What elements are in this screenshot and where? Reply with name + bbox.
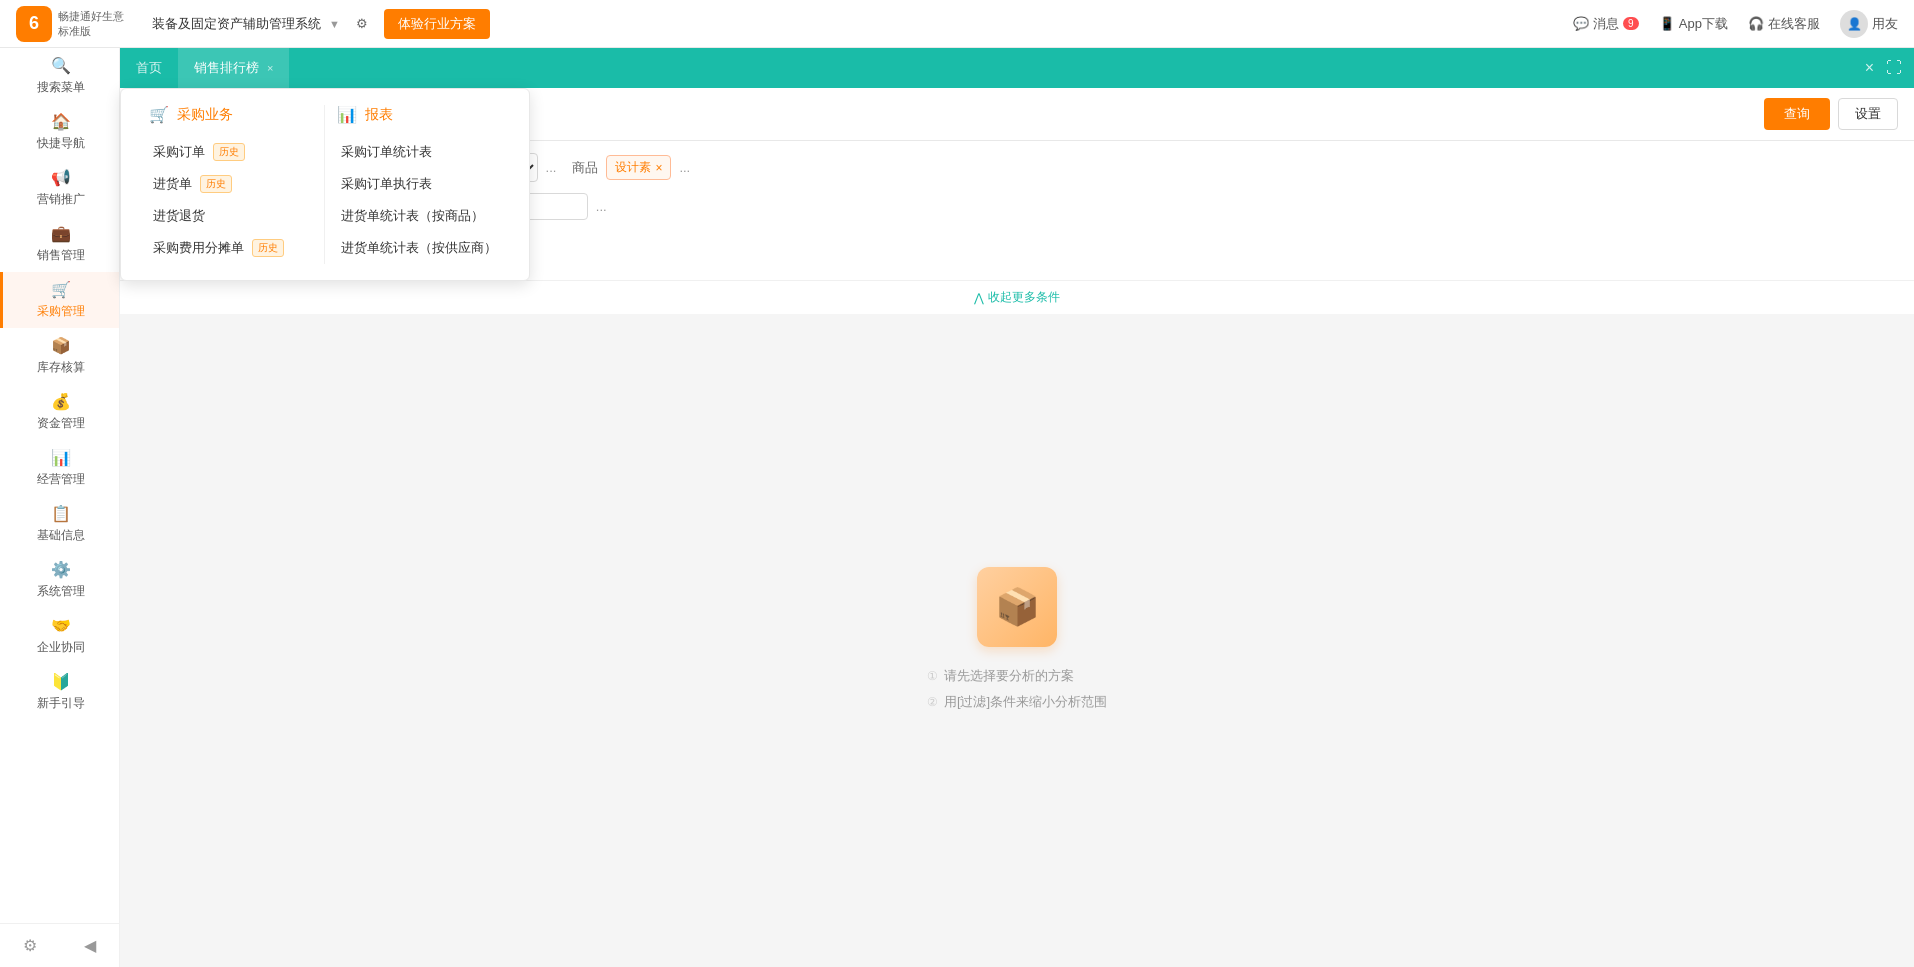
window-close-icon[interactable]: × bbox=[1861, 55, 1878, 81]
system-gear-icon[interactable]: ⚙ bbox=[348, 10, 376, 38]
top-header: 6 畅捷通好生意 标准版 装备及固定资产辅助管理系统 ▼ ⚙ 体验行业方案 💬 … bbox=[0, 0, 1914, 48]
logo-text: 畅捷通好生意 标准版 bbox=[58, 9, 124, 38]
document-status-dots[interactable]: ... bbox=[546, 160, 557, 175]
collapse-bar[interactable]: ⋀ 收起更多条件 bbox=[120, 280, 1914, 314]
purchase-expense-item[interactable]: 采购费用分摊单 历史 bbox=[149, 232, 312, 264]
purchase-order-history-badge: 历史 bbox=[213, 143, 245, 161]
system-name-area: 装备及固定资产辅助管理系统 ▼ ⚙ bbox=[152, 10, 376, 38]
toolbar-right: 查询 设置 bbox=[1764, 98, 1898, 130]
setting-button[interactable]: 设置 bbox=[1838, 98, 1898, 130]
purchase-order-stats-item[interactable]: 采购订单统计表 bbox=[337, 136, 501, 168]
window-maximize-icon[interactable]: ⛶ bbox=[1882, 55, 1906, 81]
tab-sales-ranking[interactable]: 销售排行榜 × bbox=[178, 48, 289, 88]
empty-state: 📦 ① 请先选择要分析的方案 ② 用[过滤]条件来缩小分析范围 bbox=[120, 314, 1914, 967]
purchase-dropdown-menu: 🛒 采购业务 采购订单 历史 进货单 历史 进货退货 采购费用分摊单 历史 📊 bbox=[120, 88, 530, 281]
logo-icon: 6 bbox=[16, 6, 52, 42]
sidebar: 🔍 搜索菜单 🏠 快捷导航 📢 营销推广 💼 销售管理 🛒 采购管理 📦 库存核… bbox=[0, 48, 120, 967]
sidebar-collapse-icon[interactable]: ◀ bbox=[84, 936, 96, 955]
logo-area: 6 畅捷通好生意 标准版 bbox=[16, 6, 136, 42]
guide-icon: 🔰 bbox=[51, 672, 71, 691]
report-col: 📊 报表 采购订单统计表 采购订单执行表 进货单统计表（按商品） 进货单统计表（… bbox=[325, 105, 513, 264]
online-service-button[interactable]: 🎧 在线客服 bbox=[1748, 15, 1820, 33]
empty-illustration: 📦 bbox=[977, 567, 1057, 647]
message-badge: 9 bbox=[1623, 17, 1639, 30]
sidebar-item-system[interactable]: ⚙️ 系统管理 bbox=[0, 552, 119, 608]
goods-label: 商品 bbox=[572, 159, 598, 177]
purchase-business-col: 🛒 采购业务 采购订单 历史 进货单 历史 进货退货 采购费用分摊单 历史 bbox=[137, 105, 325, 264]
basic-icon: 📋 bbox=[51, 504, 71, 523]
inventory-icon: 📦 bbox=[51, 336, 71, 355]
purchase-icon: 🛒 bbox=[51, 280, 71, 299]
sidebar-item-marketing[interactable]: 📢 营销推广 bbox=[0, 160, 119, 216]
sidebar-item-enterprise[interactable]: 🤝 企业协同 bbox=[0, 608, 119, 664]
purchase-inbound-item[interactable]: 进货单 历史 bbox=[149, 168, 312, 200]
search-icon: 🔍 bbox=[51, 56, 71, 75]
purchase-section-icon: 🛒 bbox=[149, 105, 169, 124]
purchase-dropdown-overlay: 🛒 采购业务 采购订单 历史 进货单 历史 进货退货 采购费用分摊单 历史 📊 bbox=[120, 88, 530, 281]
salesperson-dots[interactable]: ... bbox=[596, 199, 607, 214]
goods-filter: 商品 设计素 × ... bbox=[572, 155, 690, 180]
empty-tips: ① 请先选择要分析的方案 ② 用[过滤]条件来缩小分析范围 bbox=[927, 663, 1107, 715]
inbound-stats-by-supplier-item[interactable]: 进货单统计表（按供应商） bbox=[337, 232, 501, 264]
report-section-icon: 📊 bbox=[337, 105, 357, 124]
message-icon: 💬 bbox=[1573, 16, 1589, 31]
header-right: 💬 消息 9 📱 App下载 🎧 在线客服 👤 用友 bbox=[1573, 10, 1898, 38]
inbound-history-badge: 历史 bbox=[200, 175, 232, 193]
sidebar-item-basic[interactable]: 📋 基础信息 bbox=[0, 496, 119, 552]
purchase-business-title: 🛒 采购业务 bbox=[149, 105, 312, 124]
tab-home[interactable]: 首页 bbox=[120, 48, 178, 88]
tab-bar: 首页 销售排行榜 × × ⛶ bbox=[120, 48, 1914, 88]
system-icon: ⚙️ bbox=[51, 560, 71, 579]
sidebar-item-search[interactable]: 🔍 搜索菜单 bbox=[0, 48, 119, 104]
sales-icon: 💼 bbox=[51, 224, 71, 243]
inbound-stats-by-goods-item[interactable]: 进货单统计表（按商品） bbox=[337, 200, 501, 232]
purchase-order-exec-item[interactable]: 采购订单执行表 bbox=[337, 168, 501, 200]
sidebar-settings-icon[interactable]: ⚙ bbox=[23, 936, 37, 955]
report-title: 📊 报表 bbox=[337, 105, 501, 124]
operations-icon: 📊 bbox=[51, 448, 71, 467]
phone-icon: 📱 bbox=[1659, 16, 1675, 31]
tab-close-icon[interactable]: × bbox=[267, 62, 273, 74]
query-button[interactable]: 查询 bbox=[1764, 98, 1830, 130]
home-icon: 🏠 bbox=[51, 112, 71, 131]
headset-icon: 🎧 bbox=[1748, 16, 1764, 31]
enterprise-icon: 🤝 bbox=[51, 616, 71, 635]
sidebar-item-finance[interactable]: 💰 资金管理 bbox=[0, 384, 119, 440]
sidebar-item-guide[interactable]: 🔰 新手引导 bbox=[0, 664, 119, 720]
marketing-icon: 📢 bbox=[51, 168, 71, 187]
industry-solution-button[interactable]: 体验行业方案 bbox=[384, 9, 490, 39]
message-button[interactable]: 💬 消息 9 bbox=[1573, 15, 1639, 33]
goods-dots[interactable]: ... bbox=[679, 160, 690, 175]
sidebar-item-purchase[interactable]: 🛒 采购管理 bbox=[0, 272, 119, 328]
sidebar-item-quick-nav[interactable]: 🏠 快捷导航 bbox=[0, 104, 119, 160]
system-dropdown-arrow[interactable]: ▼ bbox=[329, 18, 340, 30]
app-download-button[interactable]: 📱 App下载 bbox=[1659, 15, 1728, 33]
avatar: 👤 bbox=[1840, 10, 1868, 38]
purchase-order-item[interactable]: 采购订单 历史 bbox=[149, 136, 312, 168]
sidebar-item-operations[interactable]: 📊 经营管理 bbox=[0, 440, 119, 496]
tab-bar-right: × ⛶ bbox=[1861, 55, 1914, 81]
goods-tag: 设计素 × bbox=[606, 155, 671, 180]
sidebar-item-sales[interactable]: 💼 销售管理 bbox=[0, 216, 119, 272]
goods-tag-remove[interactable]: × bbox=[655, 161, 662, 175]
user-avatar-button[interactable]: 👤 用友 bbox=[1840, 10, 1898, 38]
expense-history-badge: 历史 bbox=[252, 239, 284, 257]
empty-tip-2: ② 用[过滤]条件来缩小分析范围 bbox=[927, 689, 1107, 715]
empty-tip-1: ① 请先选择要分析的方案 bbox=[927, 663, 1107, 689]
system-name: 装备及固定资产辅助管理系统 bbox=[152, 15, 321, 33]
purchase-return-item[interactable]: 进货退货 bbox=[149, 200, 312, 232]
sidebar-bottom: ⚙ ◀ bbox=[0, 923, 119, 967]
finance-icon: 💰 bbox=[51, 392, 71, 411]
collapse-up-icon: ⋀ bbox=[974, 291, 984, 305]
sidebar-item-inventory[interactable]: 📦 库存核算 bbox=[0, 328, 119, 384]
